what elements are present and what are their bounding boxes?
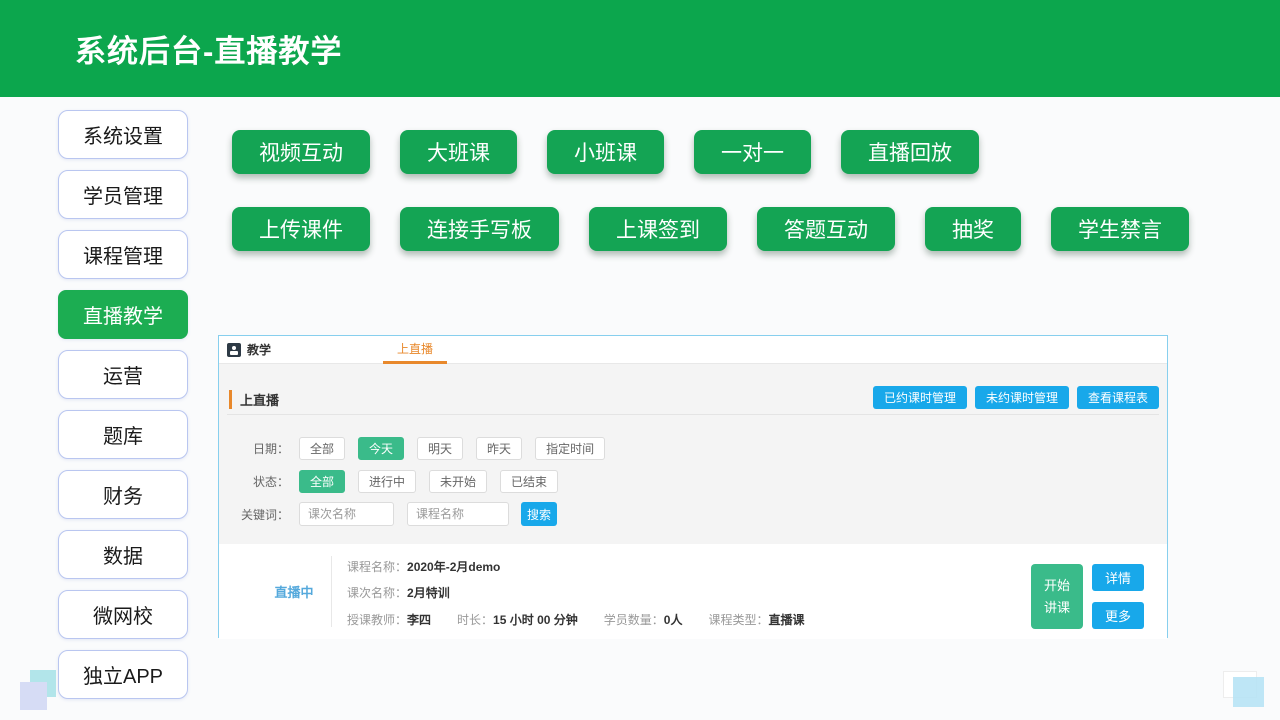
app-label: 教学 xyxy=(247,341,271,358)
feature-small-class-button[interactable]: 小班课 xyxy=(547,130,664,174)
feature-buttons-row2: 上传课件 连接手写板 上课签到 答题互动 抽奖 学生禁言 xyxy=(232,207,1189,251)
date-filter-options: 全部 今天 明天 昨天 指定时间 xyxy=(299,437,605,460)
record-details: 课程名称： 2020年-2月demo 课次名称： 2月特训 授课教师： 李四 时… xyxy=(347,544,1017,639)
detail-button[interactable]: 详情 xyxy=(1092,564,1144,591)
unbooked-lessons-button[interactable]: 未约课时管理 xyxy=(975,386,1069,409)
status-option-all[interactable]: 全部 xyxy=(299,470,345,493)
record-meta-line: 授课教师： 李四 时长： 15 小时 00 分钟 学员数量： 0人 课程类型： … xyxy=(347,612,1017,626)
course-name-input[interactable] xyxy=(407,502,509,526)
record-divider xyxy=(331,556,332,627)
status-option-not-started[interactable]: 未开始 xyxy=(429,470,487,493)
date-filter-row: 日期： 全部 今天 明天 昨天 指定时间 xyxy=(233,436,1153,460)
booked-lessons-button[interactable]: 已约课时管理 xyxy=(873,386,967,409)
status-option-finished[interactable]: 已结束 xyxy=(500,470,558,493)
sidebar-item-micro-school[interactable]: 微网校 xyxy=(58,590,188,639)
date-option-all[interactable]: 全部 xyxy=(299,437,345,460)
section-header: 上直播 已约课时管理 未约课时管理 查看课程表 xyxy=(229,386,1159,412)
page-title: 系统后台-直播教学 xyxy=(75,26,342,71)
admin-panel: 教学 上直播 上直播 已约课时管理 未约课时管理 查看课程表 日期： 全部 今天… xyxy=(218,335,1168,638)
live-status-badge: 直播中 xyxy=(259,544,329,639)
search-button[interactable]: 搜索 xyxy=(521,502,557,526)
feature-one-on-one-button[interactable]: 一对一 xyxy=(694,130,811,174)
sidebar-item-course-management[interactable]: 课程管理 xyxy=(58,230,188,279)
date-option-today[interactable]: 今天 xyxy=(358,437,404,460)
feature-connect-tablet-button[interactable]: 连接手写板 xyxy=(400,207,559,251)
view-schedule-button[interactable]: 查看课程表 xyxy=(1077,386,1159,409)
feature-mute-students-button[interactable]: 学生禁言 xyxy=(1051,207,1189,251)
sidebar-item-standalone-app[interactable]: 独立APP xyxy=(58,650,188,699)
sidebar-item-finance[interactable]: 财务 xyxy=(58,470,188,519)
date-filter-label: 日期： xyxy=(233,440,289,457)
teaching-app-icon xyxy=(227,343,241,357)
more-button[interactable]: 更多 xyxy=(1092,602,1144,629)
feature-large-class-button[interactable]: 大班课 xyxy=(400,130,517,174)
feature-live-replay-button[interactable]: 直播回放 xyxy=(841,130,979,174)
record-course-name: 课程名称： 2020年-2月demo xyxy=(347,559,1017,573)
panel-tab-bar: 教学 上直播 xyxy=(219,336,1167,364)
keyword-filter-row: 关键词： 搜索 xyxy=(233,502,1153,526)
decor-square-blue xyxy=(1233,677,1264,707)
record-lesson-name: 课次名称： 2月特训 xyxy=(347,586,1017,600)
feature-class-checkin-button[interactable]: 上课签到 xyxy=(589,207,727,251)
record-student-count: 学员数量： 0人 xyxy=(604,611,683,628)
section-divider xyxy=(227,414,1159,415)
date-option-tomorrow[interactable]: 明天 xyxy=(417,437,463,460)
sidebar-item-data[interactable]: 数据 xyxy=(58,530,188,579)
sidebar-item-live-teaching[interactable]: 直播教学 xyxy=(58,290,188,339)
page-header: 系统后台-直播教学 xyxy=(0,0,1280,97)
feature-quiz-interaction-button[interactable]: 答题互动 xyxy=(757,207,895,251)
course-record-row: 直播中 课程名称： 2020年-2月demo 课次名称： 2月特训 授课教师： … xyxy=(219,544,1167,639)
keyword-filter-label: 关键词： xyxy=(233,506,289,523)
sidebar-item-student-management[interactable]: 学员管理 xyxy=(58,170,188,219)
feature-lottery-button[interactable]: 抽奖 xyxy=(925,207,1021,251)
date-option-yesterday[interactable]: 昨天 xyxy=(476,437,522,460)
feature-upload-courseware-button[interactable]: 上传课件 xyxy=(232,207,370,251)
record-duration: 时长： 15 小时 00 分钟 xyxy=(457,611,578,628)
status-filter-options: 全部 进行中 未开始 已结束 xyxy=(299,470,558,493)
decor-square-lavender xyxy=(20,682,47,710)
status-filter-row: 状态： 全部 进行中 未开始 已结束 xyxy=(233,469,1153,493)
date-option-custom[interactable]: 指定时间 xyxy=(535,437,605,460)
sidebar-item-question-bank[interactable]: 题库 xyxy=(58,410,188,459)
sidebar-item-system-settings[interactable]: 系统设置 xyxy=(58,110,188,159)
section-title: 上直播 xyxy=(229,390,279,409)
lesson-name-input[interactable] xyxy=(299,502,394,526)
record-teacher: 授课教师： 李四 xyxy=(347,611,431,628)
feature-buttons-row1: 视频互动 大班课 小班课 一对一 直播回放 xyxy=(232,130,979,174)
feature-video-interaction-button[interactable]: 视频互动 xyxy=(232,130,370,174)
section-actions: 已约课时管理 未约课时管理 查看课程表 xyxy=(873,386,1159,409)
sidebar: 系统设置 学员管理 课程管理 直播教学 运营 题库 财务 数据 微网校 独立AP… xyxy=(58,110,188,710)
start-teaching-button[interactable]: 开始讲课 xyxy=(1031,564,1083,629)
status-filter-label: 状态： xyxy=(233,473,289,490)
panel-filter-area: 上直播 已约课时管理 未约课时管理 查看课程表 日期： 全部 今天 明天 昨天 … xyxy=(219,364,1167,544)
status-option-ongoing[interactable]: 进行中 xyxy=(358,470,416,493)
tab-go-live[interactable]: 上直播 xyxy=(383,336,447,364)
sidebar-item-operations[interactable]: 运营 xyxy=(58,350,188,399)
record-course-type: 课程类型： 直播课 xyxy=(708,611,804,628)
